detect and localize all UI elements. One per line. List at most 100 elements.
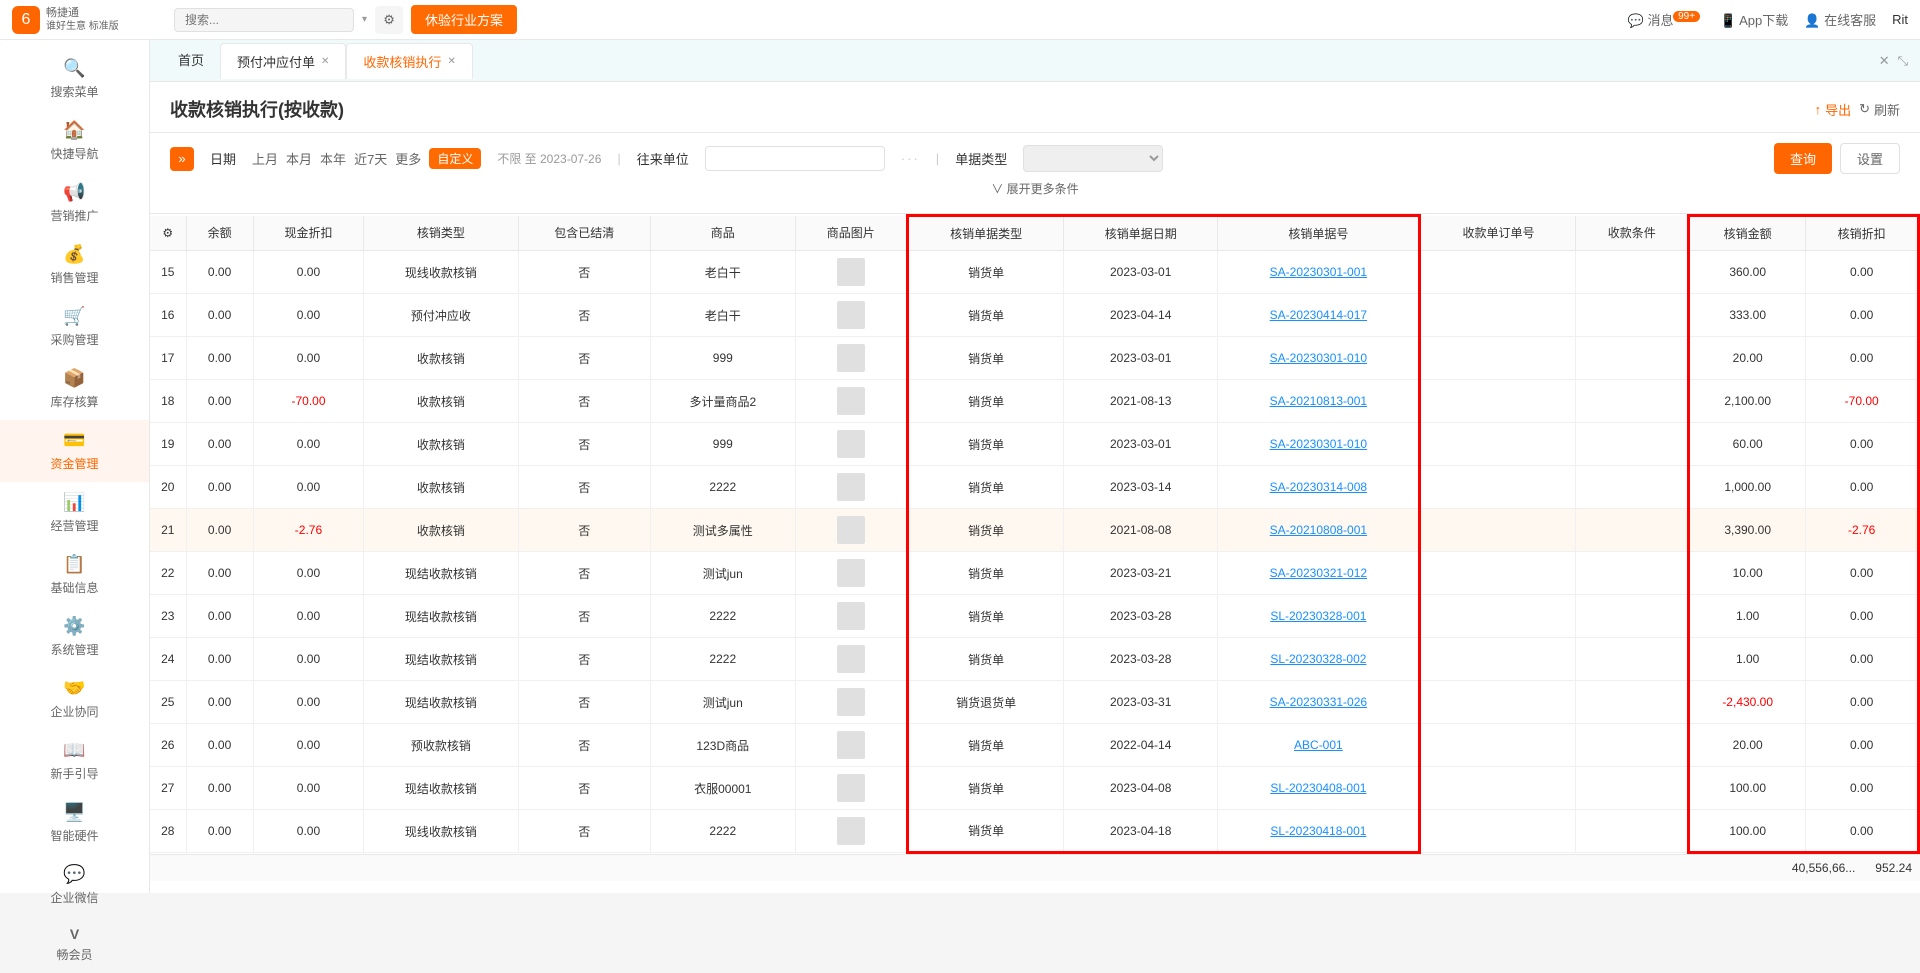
td-verify-bill-no[interactable]: SA-20230301-010 [1218, 423, 1420, 466]
footer-total-amount: 40,556,66... [1792, 861, 1855, 875]
sidebar-item-operations[interactable]: 📊 经营管理 [0, 482, 149, 544]
online-service-btn[interactable]: 👤 在线客服 [1804, 10, 1876, 29]
bill-no-link[interactable]: SA-20230414-017 [1270, 308, 1367, 322]
td-verify-bill-date: 2023-04-18 [1064, 810, 1218, 853]
date-7days-btn[interactable]: 近7天 [354, 149, 387, 168]
sidebar-item-basic[interactable]: 📋 基础信息 [0, 544, 149, 606]
page-header: 收款核销执行(按收款) ↑ 导出 ↻ 刷新 [150, 82, 1920, 133]
bill-no-link[interactable]: SA-20230314-008 [1270, 480, 1367, 494]
td-verify-bill-no[interactable]: SA-20210813-001 [1218, 380, 1420, 423]
dropdown-arrow-icon[interactable]: ▾ [362, 14, 367, 25]
sidebar-item-wechat[interactable]: 💬 企业微信 [0, 854, 149, 916]
table-container[interactable]: ⚙ 余额 现金折扣 核销类型 包含已结清 商品 商品图片 核销单据类型 核销单据… [150, 214, 1920, 893]
td-receipt-order-no [1420, 724, 1576, 767]
td-receipt-terms [1576, 509, 1689, 552]
td-verify-bill-no[interactable]: SA-20230331-026 [1218, 681, 1420, 724]
tab-prepay-close[interactable]: ✕ [321, 56, 329, 67]
td-goods-img [795, 294, 908, 337]
sidebar-item-sales[interactable]: 💰 销售管理 [0, 234, 149, 296]
table-footer: 40,556,66... 952.24 [150, 854, 1920, 881]
td-verify-type: 现结收款核销 [364, 767, 518, 810]
bill-no-link[interactable]: SA-20230301-001 [1270, 265, 1367, 279]
sidebar-item-member[interactable]: V 畅会员 [0, 916, 149, 973]
export-button[interactable]: ↑ 导出 [1815, 100, 1852, 119]
td-receipt-terms [1576, 423, 1689, 466]
td-verify-bill-no[interactable]: SL-20230328-002 [1218, 638, 1420, 681]
sidebar-item-hardware[interactable]: 🖥️ 智能硬件 [0, 792, 149, 854]
date-last-month-btn[interactable]: 上月 [252, 149, 278, 168]
search-input[interactable] [174, 8, 354, 32]
td-verify-bill-no[interactable]: SA-20230321-012 [1218, 552, 1420, 595]
from-unit-input[interactable] [705, 146, 885, 171]
td-receipt-order-no [1420, 423, 1576, 466]
td-verify-bill-date: 2023-04-14 [1064, 294, 1218, 337]
date-custom-btn[interactable]: 自定义 [429, 148, 481, 169]
bill-no-link[interactable]: SL-20230418-001 [1270, 824, 1366, 838]
sidebar-item-purchase[interactable]: 🛒 采购管理 [0, 296, 149, 358]
td-verify-type: 现结收款核销 [364, 552, 518, 595]
tab-receipts-close[interactable]: ✕ [447, 56, 455, 67]
operations-icon: 📊 [63, 492, 85, 513]
fullscreen-icon[interactable]: ⤡ [1898, 53, 1908, 69]
date-this-month-btn[interactable]: 本月 [286, 149, 312, 168]
bill-no-link[interactable]: SL-20230328-002 [1270, 652, 1366, 666]
td-verify-bill-no[interactable]: SL-20230418-001 [1218, 810, 1420, 853]
app-download-btn[interactable]: 📱 App下载 [1720, 10, 1788, 29]
bill-no-link[interactable]: SA-20230301-010 [1270, 351, 1367, 365]
sidebar-item-quicknav[interactable]: 🏠 快捷导航 [0, 110, 149, 172]
bill-no-link[interactable]: SA-20230301-010 [1270, 437, 1367, 451]
expand-conditions-btn[interactable]: ∨ 展开更多条件 [170, 174, 1900, 203]
sidebar-item-label: 企业微信 [50, 889, 98, 906]
td-verify-bill-no[interactable]: SA-20230301-001 [1218, 251, 1420, 294]
th-settings[interactable]: ⚙ [150, 216, 186, 251]
date-more-btn[interactable]: 更多 [395, 149, 421, 168]
td-verify-bill-no[interactable]: SA-20210808-001 [1218, 509, 1420, 552]
bill-no-link[interactable]: SL-20230328-001 [1270, 609, 1366, 623]
settings-icon[interactable]: ⚙ [375, 6, 403, 34]
close-window-icon[interactable]: ✕ [1879, 53, 1890, 69]
td-verify-discount: 0.00 [1806, 423, 1919, 466]
td-goods: 多计量商品2 [651, 380, 796, 423]
td-verify-amount: 1,000.00 [1688, 466, 1805, 509]
sidebar-item-inventory[interactable]: 📦 库存核算 [0, 358, 149, 420]
sidebar-item-enterprise[interactable]: 🤝 企业协同 [0, 668, 149, 730]
message-btn[interactable]: 💬 消息 99+ [1628, 10, 1704, 29]
td-verify-bill-no[interactable]: SA-20230301-010 [1218, 337, 1420, 380]
date-this-year-btn[interactable]: 本年 [320, 149, 346, 168]
td-verify-bill-no[interactable]: ABC-001 [1218, 724, 1420, 767]
sidebar-item-funds[interactable]: 💳 资金管理 [0, 420, 149, 482]
sidebar-item-system[interactable]: ⚙️ 系统管理 [0, 606, 149, 668]
td-verify-bill-type: 销货单 [908, 595, 1064, 638]
filter-expand-btn[interactable]: » [170, 147, 194, 171]
table-settings-icon[interactable]: ⚙ [162, 226, 173, 240]
td-verify-bill-no[interactable]: SL-20230408-001 [1218, 767, 1420, 810]
tab-receipts[interactable]: 收款核销执行 ✕ [346, 43, 472, 79]
td-receipt-terms [1576, 810, 1689, 853]
bill-no-link[interactable]: SA-20210813-001 [1270, 394, 1367, 408]
td-verify-type: 现结收款核销 [364, 638, 518, 681]
tab-home[interactable]: 首页 [162, 42, 220, 79]
td-cash-discount: 0.00 [253, 552, 364, 595]
sidebar-item-search[interactable]: 🔍 搜索菜单 [0, 48, 149, 110]
industry-btn[interactable]: 休验行业方案 [411, 5, 517, 34]
bill-no-link[interactable]: SA-20230321-012 [1270, 566, 1367, 580]
bill-no-link[interactable]: SA-20210808-001 [1270, 523, 1367, 537]
td-receipt-terms [1576, 552, 1689, 595]
bill-no-link[interactable]: SL-20230408-001 [1270, 781, 1366, 795]
sales-icon: 💰 [63, 244, 85, 265]
td-verify-bill-no[interactable]: SA-20230414-017 [1218, 294, 1420, 337]
query-button[interactable]: 查询 [1774, 143, 1832, 174]
sidebar-item-marketing[interactable]: 📢 营销推广 [0, 172, 149, 234]
td-receipt-order-no [1420, 638, 1576, 681]
bill-no-link[interactable]: ABC-001 [1294, 738, 1343, 752]
bill-no-link[interactable]: SA-20230331-026 [1270, 695, 1367, 709]
tab-prepay[interactable]: 预付冲应付单 ✕ [220, 43, 346, 79]
refresh-button[interactable]: ↻ 刷新 [1859, 100, 1900, 119]
td-verify-bill-no[interactable]: SL-20230328-001 [1218, 595, 1420, 638]
bill-type-select[interactable] [1023, 145, 1163, 172]
sidebar-item-guide[interactable]: 📖 新手引导 [0, 730, 149, 792]
td-verify-bill-no[interactable]: SA-20230314-008 [1218, 466, 1420, 509]
user-name[interactable]: Rit [1892, 12, 1908, 27]
settings-button[interactable]: 设置 [1840, 143, 1900, 174]
td-goods-img [795, 681, 908, 724]
